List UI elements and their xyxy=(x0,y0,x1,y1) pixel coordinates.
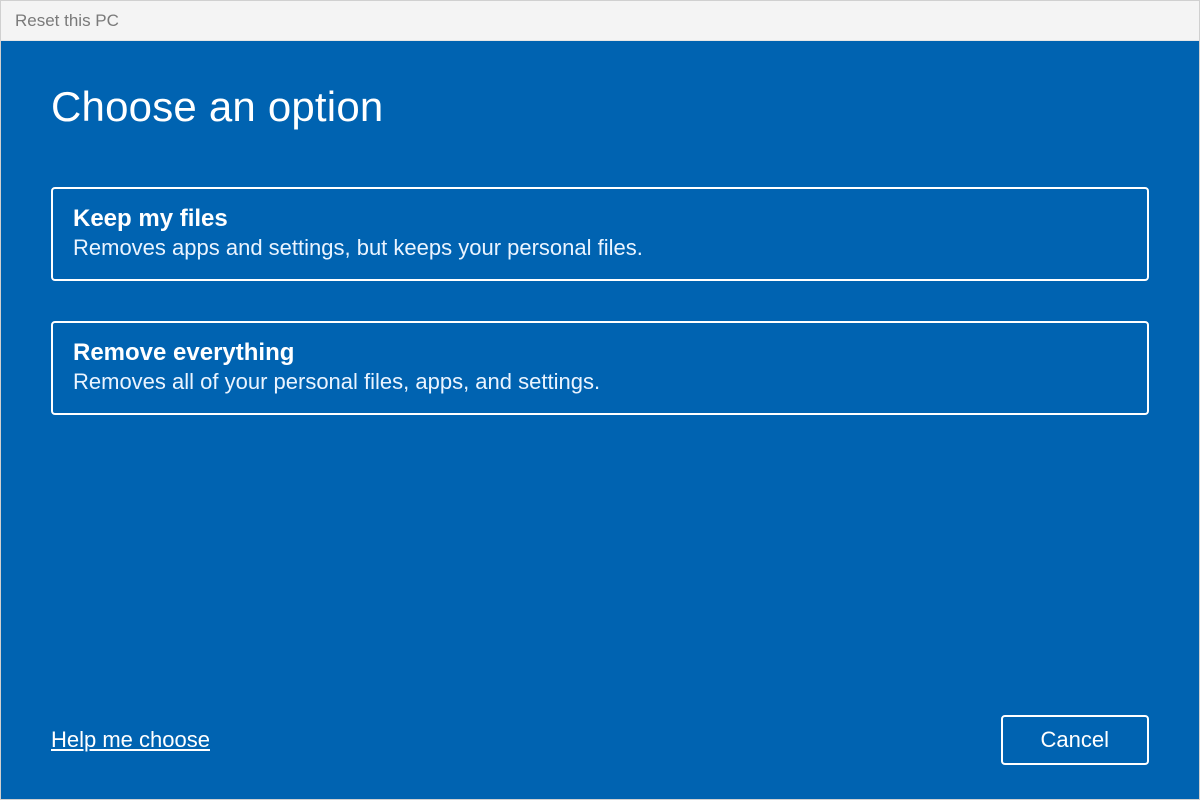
page-title: Choose an option xyxy=(51,83,1149,131)
option-title: Remove everything xyxy=(73,339,1127,367)
window-frame: Reset this PC Choose an option Keep my f… xyxy=(0,0,1200,800)
footer: Help me choose Cancel xyxy=(51,715,1149,765)
window-title: Reset this PC xyxy=(15,11,119,31)
option-description: Removes apps and settings, but keeps you… xyxy=(73,235,1127,261)
option-title: Keep my files xyxy=(73,205,1127,233)
option-keep-my-files[interactable]: Keep my files Removes apps and settings,… xyxy=(51,187,1149,281)
titlebar: Reset this PC xyxy=(1,1,1199,41)
content-area: Choose an option Keep my files Removes a… xyxy=(1,41,1199,799)
cancel-button[interactable]: Cancel xyxy=(1001,715,1149,765)
option-description: Removes all of your personal files, apps… xyxy=(73,369,1127,395)
options-list: Keep my files Removes apps and settings,… xyxy=(51,187,1149,415)
help-me-choose-link[interactable]: Help me choose xyxy=(51,727,210,753)
option-remove-everything[interactable]: Remove everything Removes all of your pe… xyxy=(51,321,1149,415)
